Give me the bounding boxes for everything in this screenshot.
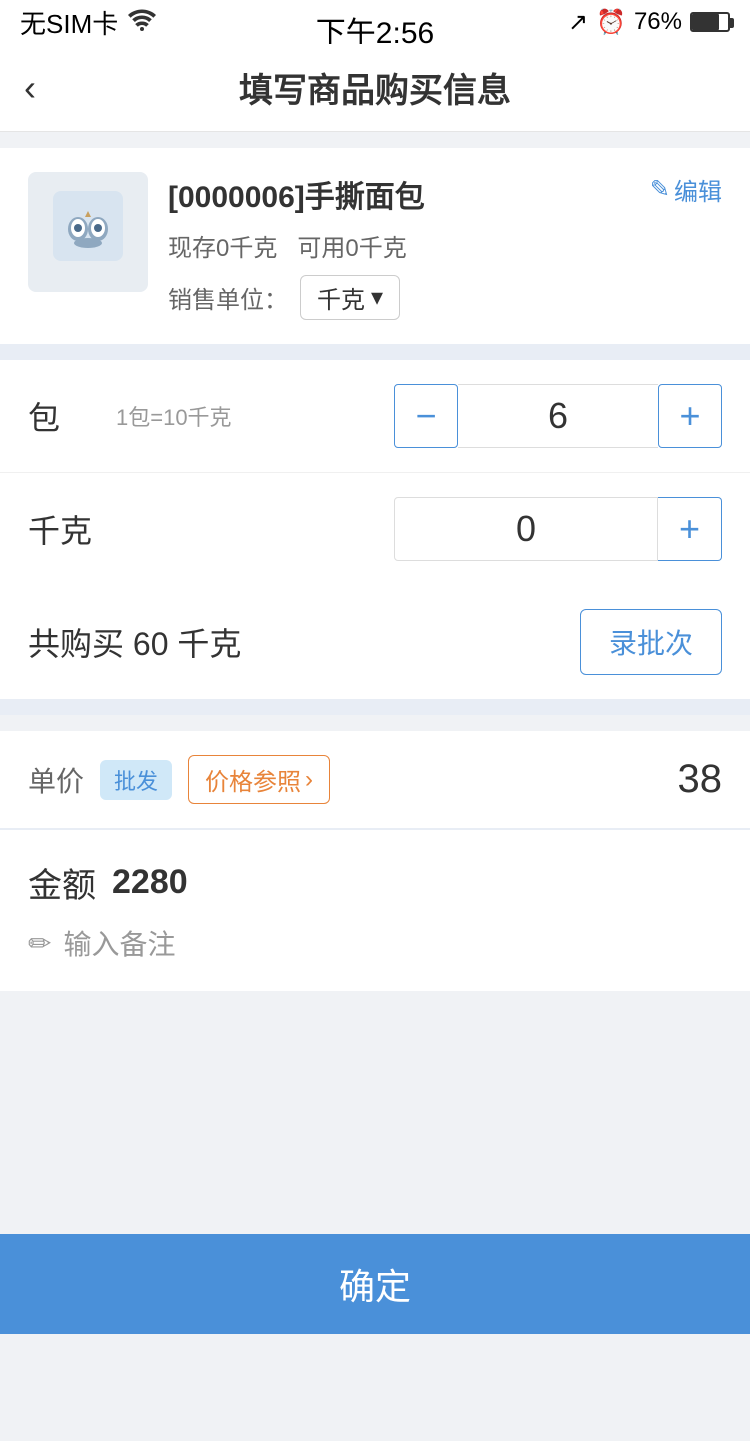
divider-2 xyxy=(0,699,750,715)
price-value: 38 xyxy=(678,757,723,802)
remark-row[interactable]: ✏ 输入备注 xyxy=(0,923,750,991)
divider-1 xyxy=(0,344,750,360)
remark-text: 输入备注 xyxy=(63,923,175,963)
batch-button[interactable]: 录批次 xyxy=(580,609,722,675)
amount-value: 2280 xyxy=(112,863,188,902)
page-title: 填写商品购买信息 xyxy=(239,63,511,112)
input-section: 包 1包=10千克 − + 千克 + xyxy=(0,360,750,585)
kg-row: 千克 + xyxy=(0,473,750,585)
status-bar: 无SIM卡 下午2:56 ↗ ⏰ 76% xyxy=(0,0,750,44)
amount-label: 金额 xyxy=(28,858,96,907)
price-ref-arrow: › xyxy=(305,766,313,794)
battery-icon xyxy=(690,12,730,32)
amount-row: 金额 2280 xyxy=(0,830,750,923)
kg-quantity-input[interactable] xyxy=(394,497,658,561)
location-icon: ↗ xyxy=(568,8,588,37)
price-label: 单价 xyxy=(28,760,84,800)
price-type-badge: 批发 xyxy=(100,760,172,800)
confirm-button[interactable]: 确定 xyxy=(0,1234,750,1334)
product-section: [0000006]手撕面包 ✎ 编辑 现存0千克 可用0千克 销售单位： 千克 … xyxy=(0,148,750,344)
status-right: ↗ ⏰ 76% xyxy=(568,8,730,37)
product-info: [0000006]手撕面包 ✎ 编辑 现存0千克 可用0千克 销售单位： 千克 … xyxy=(168,172,722,320)
bao-plus-button[interactable]: + xyxy=(658,384,722,448)
product-image xyxy=(28,172,148,292)
battery-text: 76% xyxy=(634,8,682,36)
bao-row: 包 1包=10千克 − + xyxy=(0,360,750,473)
bao-label: 包 xyxy=(28,393,108,439)
carrier-text: 无SIM卡 xyxy=(20,4,118,41)
summary-row: 共购买 60 千克 录批次 xyxy=(0,585,750,699)
product-stock: 现存0千克 可用0千克 xyxy=(168,228,722,263)
chevron-down-icon: ▾ xyxy=(371,283,383,312)
back-button[interactable]: ‹ xyxy=(24,67,36,109)
product-unit-row: 销售单位： 千克 ▾ xyxy=(168,275,722,320)
bao-quantity-input[interactable] xyxy=(458,384,658,448)
unit-select[interactable]: 千克 ▾ xyxy=(300,275,400,320)
bao-quantity-control: − + xyxy=(394,384,722,448)
kg-plus-button[interactable]: + xyxy=(658,497,722,561)
edit-icon: ✎ xyxy=(650,175,670,204)
product-logo-icon xyxy=(53,191,123,273)
price-section: 单价 批发 价格参照 › 38 xyxy=(0,731,750,828)
bao-hint: 1包=10千克 xyxy=(116,400,394,432)
kg-label: 千克 xyxy=(28,506,394,552)
wifi-icon xyxy=(126,7,158,38)
price-ref-button[interactable]: 价格参照 › xyxy=(188,755,330,804)
edit-button[interactable]: ✎ 编辑 xyxy=(650,172,722,207)
alarm-icon: ⏰ xyxy=(596,8,626,37)
pencil-icon: ✏ xyxy=(28,927,51,960)
bao-minus-button[interactable]: − xyxy=(394,384,458,448)
status-carrier: 无SIM卡 xyxy=(20,4,158,41)
summary-text: 共购买 60 千克 xyxy=(28,619,241,665)
nav-bar: ‹ 填写商品购买信息 xyxy=(0,44,750,132)
product-name: [0000006]手撕面包 xyxy=(168,172,650,216)
